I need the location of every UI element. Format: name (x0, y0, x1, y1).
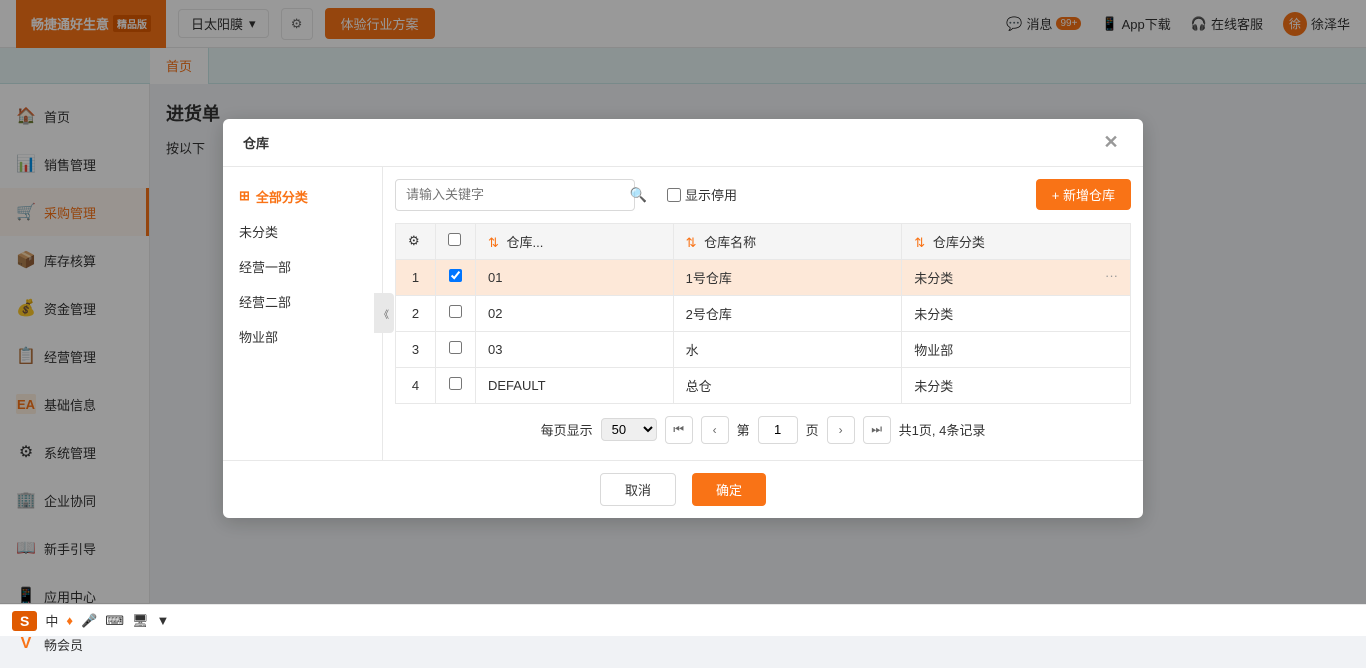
search-icon: 🔍 (630, 186, 647, 203)
modal-body: ⊞ 全部分类 未分类 经营一部 经营二部 物业部 《 (223, 167, 1143, 460)
page-unit: 页 (806, 420, 819, 439)
modal-close-button[interactable]: ✕ (1099, 130, 1123, 154)
status-icon-monitor[interactable]: 🖥 (132, 613, 149, 629)
row-settings: 2 (396, 295, 436, 331)
row-code: 03 (476, 331, 674, 367)
row-checkbox[interactable] (449, 305, 462, 318)
pagination: 每页显示 50 100 ⏮ ‹ 第 页 › ⏭ 共1页, 4条记录 (395, 404, 1131, 448)
page-size-label: 每页显示 (541, 420, 593, 439)
category-all-label: 全部分类 (256, 187, 308, 206)
category-item-0[interactable]: 未分类 (223, 214, 382, 249)
page-label: 第 (737, 420, 750, 439)
modal-footer: 取消 确定 (223, 460, 1143, 518)
next-page-button[interactable]: › (827, 416, 855, 444)
prev-page-button[interactable]: ‹ (701, 416, 729, 444)
col-settings: ⚙ (396, 223, 436, 259)
col-check (436, 223, 476, 259)
col-name-header: ⇅ 仓库名称 (673, 223, 902, 259)
row-checkbox[interactable] (449, 269, 462, 282)
show-disabled-text: 显示停用 (685, 185, 737, 204)
category-item-2[interactable]: 经营二部 (223, 284, 382, 319)
row-category: 未分类 (902, 295, 1131, 331)
warehouse-table: ⚙ ⇅ 仓库... ⇅ 仓库名称 (395, 223, 1131, 404)
table-row[interactable]: 4 DEFAULT 总仓 未分类 (396, 367, 1131, 403)
search-input[interactable] (395, 179, 635, 211)
settings-col-icon: ⚙ (408, 233, 420, 248)
show-disabled-label: 显示停用 (667, 185, 737, 204)
row-settings: 1 (396, 259, 436, 295)
row-name: 总仓 (673, 367, 902, 403)
row-code: 01 (476, 259, 674, 295)
sidebar-item-label: 畅会员 (44, 635, 83, 654)
category-item-3[interactable]: 物业部 (223, 319, 382, 354)
member-icon: V (16, 634, 36, 654)
status-logo: S (12, 611, 37, 631)
col-code-header: ⇅ 仓库... (476, 223, 674, 259)
sort-icon: ⇅ (686, 235, 697, 250)
row-code: DEFAULT (476, 367, 674, 403)
row-name: 水 (673, 331, 902, 367)
category-item-1[interactable]: 经营一部 (223, 249, 382, 284)
row-checkbox-cell (436, 331, 476, 367)
status-icon-arrow[interactable]: ▼ (156, 613, 169, 628)
add-warehouse-button[interactable]: + 新增仓库 (1036, 179, 1131, 210)
page-input[interactable] (758, 416, 798, 444)
last-page-button[interactable]: ⏭ (863, 416, 891, 444)
grid-icon: ⊞ (239, 188, 250, 204)
col-category-header: ⇅ 仓库分类 (902, 223, 1131, 259)
row-name: 1号仓库 (673, 259, 902, 295)
total-info: 共1页, 4条记录 (899, 420, 986, 439)
modal-backdrop: 仓库 ✕ ⊞ 全部分类 未分类 经营一部 经营二部 (0, 0, 1366, 636)
row-checkbox-cell (436, 259, 476, 295)
confirm-button[interactable]: 确定 (692, 473, 766, 506)
row-settings: 3 (396, 331, 436, 367)
row-checkbox[interactable] (449, 341, 462, 354)
table-row[interactable]: 3 03 水 物业部 (396, 331, 1131, 367)
sort-icon: ⇅ (914, 235, 925, 250)
cancel-button[interactable]: 取消 (600, 473, 676, 506)
search-wrap: 🔍 (395, 179, 655, 211)
status-icon-keyboard[interactable]: ⌨ (105, 613, 124, 629)
category-panel: ⊞ 全部分类 未分类 经营一部 经营二部 物业部 《 (223, 167, 383, 460)
status-icon-dot: ♦ (66, 613, 73, 628)
status-icon-zh[interactable]: 中 (45, 611, 58, 630)
first-page-button[interactable]: ⏮ (665, 416, 693, 444)
row-name: 2号仓库 (673, 295, 902, 331)
category-collapse-button[interactable]: 《 (374, 293, 394, 333)
row-settings: 4 (396, 367, 436, 403)
warehouse-modal: 仓库 ✕ ⊞ 全部分类 未分类 经营一部 经营二部 (223, 119, 1143, 518)
row-category: 未分类 (902, 367, 1131, 403)
category-all[interactable]: ⊞ 全部分类 (223, 179, 382, 214)
select-all-checkbox[interactable] (448, 233, 461, 246)
page-size-select[interactable]: 50 100 (601, 418, 657, 441)
row-action-dots[interactable]: ··· (1105, 268, 1118, 283)
modal-header: 仓库 ✕ (223, 119, 1143, 167)
sort-icon: ⇅ (488, 235, 499, 250)
status-bar: S 中 ♦ 🎤 ⌨ 🖥 ▼ (0, 604, 1366, 636)
row-category: 物业部 (902, 331, 1131, 367)
table-toolbar: 🔍 显示停用 + 新增仓库 (395, 179, 1131, 211)
row-checkbox[interactable] (449, 377, 462, 390)
status-icon-mic[interactable]: 🎤 (81, 613, 97, 629)
show-disabled-checkbox[interactable] (667, 188, 681, 202)
row-category: 未分类 ··· (902, 259, 1131, 295)
row-checkbox-cell (436, 295, 476, 331)
table-panel: 🔍 显示停用 + 新增仓库 ⚙ (383, 167, 1143, 460)
row-code: 02 (476, 295, 674, 331)
row-checkbox-cell (436, 367, 476, 403)
modal-title: 仓库 (243, 133, 269, 152)
table-row[interactable]: 2 02 2号仓库 未分类 (396, 295, 1131, 331)
table-row[interactable]: 1 01 1号仓库 未分类 ··· (396, 259, 1131, 295)
